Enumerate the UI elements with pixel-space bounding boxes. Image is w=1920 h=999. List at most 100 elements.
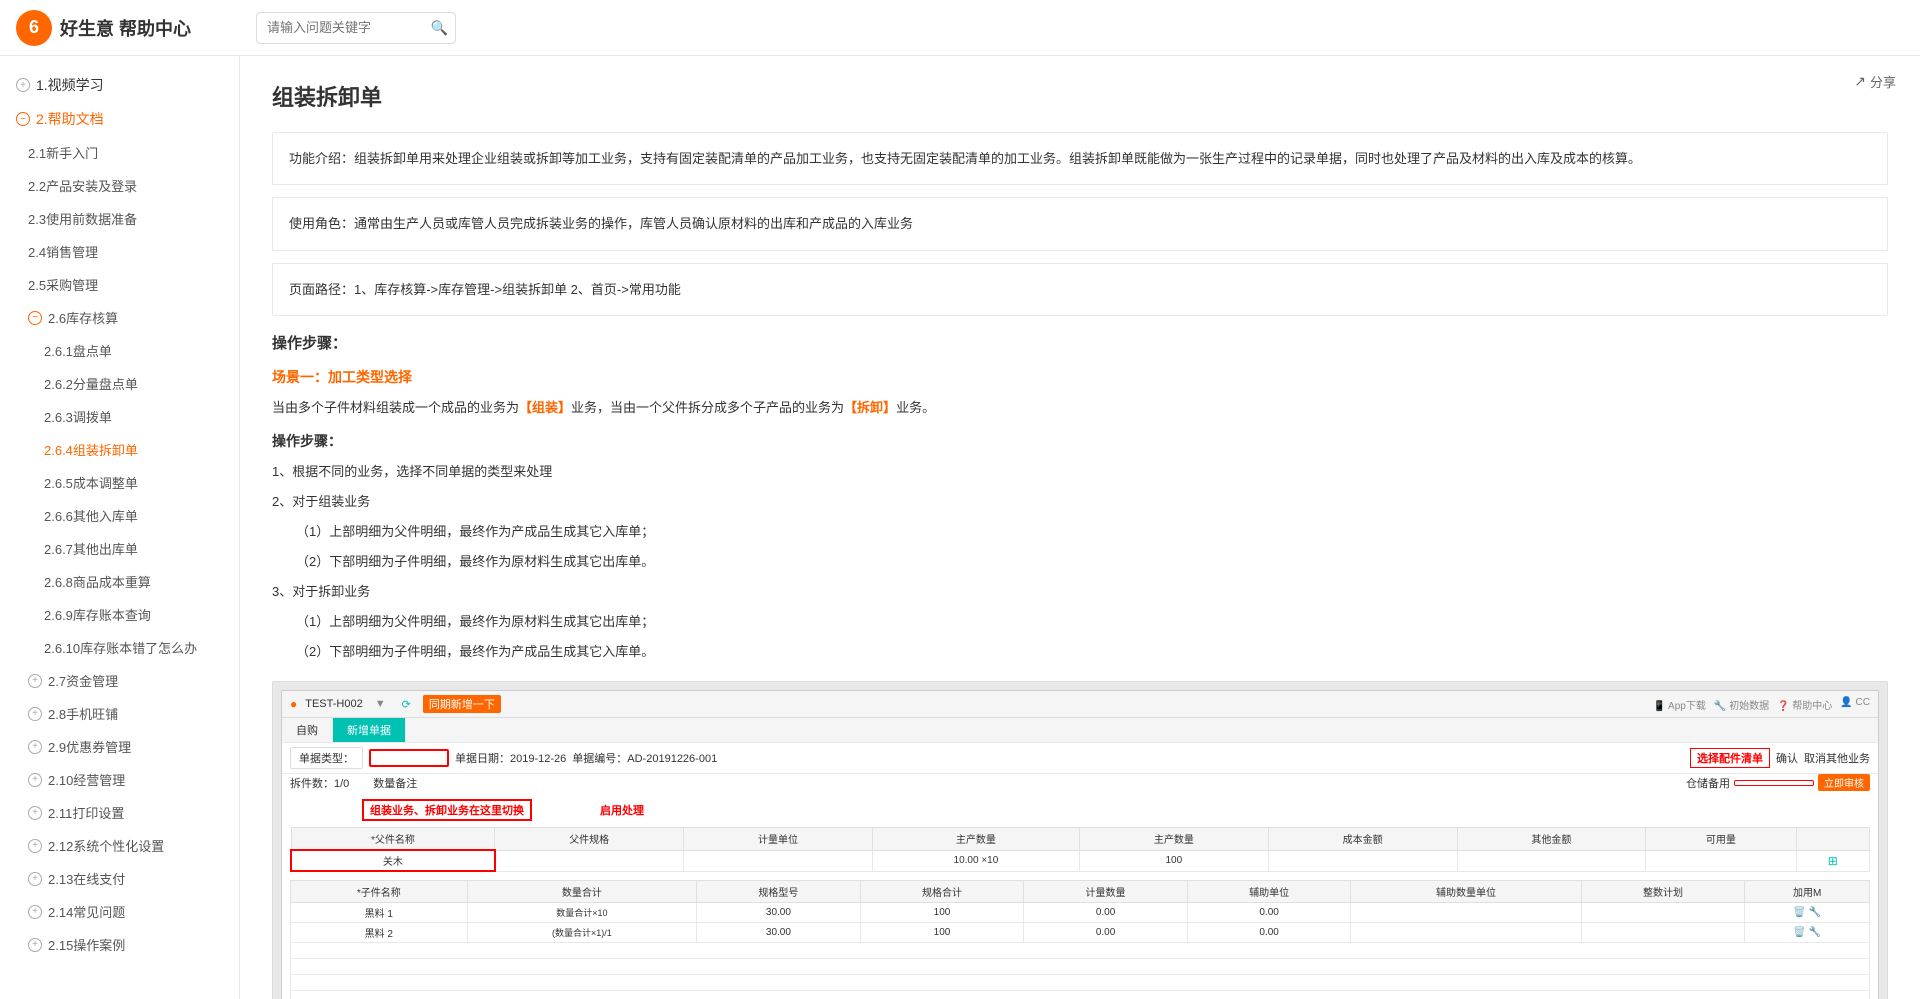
- expand-icon: +: [16, 78, 30, 92]
- sidebar-label-video: 1.视频学习: [36, 75, 104, 95]
- mock-th-name: *父件名称: [291, 828, 495, 851]
- sidebar-label-stockquery: 2.6.9库存账本查询: [44, 605, 151, 624]
- mock-bth-name: *子件名称: [291, 881, 468, 903]
- mock-bottom-row-4: [291, 959, 1870, 975]
- mock-bcell-name2: 黑料 2: [291, 923, 468, 943]
- sidebar-item-otheroutstock[interactable]: 2.6.7其他出库单: [0, 532, 239, 565]
- mock-form-fields: 拆件数：1/0 数量备注 仓储备用 立即审核: [282, 774, 1878, 791]
- sidebar-item-newbie[interactable]: 2.1新手入门: [0, 136, 239, 169]
- mock-warehouse-input[interactable]: [1734, 780, 1814, 786]
- sidebar-item-cases[interactable]: + 2.15操作案例: [0, 928, 239, 961]
- expand-icon-coupon: +: [28, 740, 42, 754]
- mock-empty-6: [291, 991, 1870, 999]
- mock-cell-qty1: 10.00 ×10: [872, 850, 1079, 871]
- sidebar-label-finance: 2.7资金管理: [48, 671, 118, 690]
- sidebar-item-inventory[interactable]: − 2.6库存核算: [0, 301, 239, 334]
- sidebar-item-stockerror[interactable]: 2.6.10库存账本错了怎么办: [0, 631, 239, 664]
- mock-icon2: 🔧 初始数据: [1714, 697, 1769, 712]
- sidebar: + 1.视频学习 − 2.帮助文档 2.1新手入门 2.2产品安装及登录 2.3…: [0, 56, 240, 999]
- sidebar-item-faq[interactable]: + 2.14常见问题: [0, 895, 239, 928]
- mock-header-icons: 📱 App下载 🔧 初始数据 ❓ 帮助中心 👤 CC: [1653, 697, 1870, 712]
- mock-refresh: ⟳: [402, 698, 411, 711]
- mock-btn-confirm[interactable]: 立即审核: [1818, 774, 1870, 791]
- sidebar-item-costrecalc[interactable]: 2.6.8商品成本重算: [0, 565, 239, 598]
- scene1-desc: 当由多个子件材料组装成一个成品的业务为【组装】业务，当由一个父件拆分成多个子产品…: [272, 395, 1888, 421]
- step2-2: （2）下部明细为子件明细，最终作为原材料生成其它出库单。: [272, 549, 1888, 575]
- sidebar-label-sales: 2.4销售管理: [28, 242, 98, 261]
- mock-bottom-table: *子件名称 数量合计 规格型号 规格合计 计量数量 辅助单位 辅助数量单位 整数…: [290, 880, 1870, 999]
- mock-bottom-row-5: [291, 975, 1870, 991]
- mock-th-action: [1796, 828, 1870, 851]
- search-icon[interactable]: 🔍: [431, 19, 448, 36]
- mock-bcell-act2: 🗑️ 🔧: [1745, 923, 1870, 943]
- sidebar-item-purchase[interactable]: 2.5采购管理: [0, 268, 239, 301]
- mock-cell-qty2: 100: [1079, 850, 1268, 871]
- mock-doctype-field[interactable]: [369, 749, 449, 767]
- sidebar-item-costadjust[interactable]: 2.6.5成本调整单: [0, 466, 239, 499]
- mock-bcell-aux22: [1351, 923, 1581, 943]
- sidebar-item-sales[interactable]: 2.4销售管理: [0, 235, 239, 268]
- mock-empty-3: [291, 943, 1870, 959]
- sidebar-label-inventory: 2.6库存核算: [48, 308, 118, 327]
- sidebar-item-ops[interactable]: + 2.10经营管理: [0, 763, 239, 796]
- mock-bth-spec: 规格型号: [697, 881, 861, 903]
- mock-assembly-switch: 组装业务、拆卸业务在这里切换: [362, 799, 532, 821]
- share-button[interactable]: ↗ 分享: [1854, 72, 1896, 91]
- sidebar-item-otherinstock[interactable]: 2.6.6其他入库单: [0, 499, 239, 532]
- sidebar-label-mobile: 2.8手机旺铺: [48, 704, 118, 723]
- step3: 3、对于拆卸业务: [272, 579, 1888, 605]
- mock-cell-avail: [1646, 850, 1796, 871]
- sidebar-label-otheroutstock: 2.6.7其他出库单: [44, 539, 138, 558]
- app-header: 6 好生意 帮助中心 🔍: [0, 0, 1920, 56]
- path-block: 页面路径：1、库存核算->库存管理->组装拆卸单 2、首页->常用功能: [272, 263, 1888, 316]
- sidebar-label-partial: 2.6.2分量盘点单: [44, 374, 138, 393]
- sidebar-item-stockquery[interactable]: 2.6.9库存账本查询: [0, 598, 239, 631]
- mock-bcell-spec1: 30.00: [697, 903, 861, 923]
- logo-icon: 6: [16, 10, 52, 46]
- mock-icon3: ❓ 帮助中心: [1777, 697, 1832, 712]
- mock-bcell-act1: 🗑️ 🔧: [1745, 903, 1870, 923]
- mock-bcell-meas1: 0.00: [1024, 903, 1188, 923]
- sidebar-item-stocktake[interactable]: 2.6.1盘点单: [0, 334, 239, 367]
- collapse-icon-inventory: −: [28, 311, 42, 325]
- sidebar-item-mobile[interactable]: + 2.8手机旺铺: [0, 697, 239, 730]
- sidebar-item-partial[interactable]: 2.6.2分量盘点单: [0, 367, 239, 400]
- mock-tab-new-doc[interactable]: 新增单据: [333, 718, 406, 742]
- mock-warehouse-section: 仓储备用 立即审核: [1686, 774, 1870, 791]
- sidebar-item-video[interactable]: + 1.视频学习: [0, 68, 239, 102]
- mock-cell-unit: [684, 850, 873, 871]
- path-text: 页面路径：1、库存核算->库存管理->组装拆卸单 2、首页->常用功能: [289, 282, 681, 297]
- steps-title: 操作步骤：: [272, 431, 1888, 451]
- sidebar-item-finance[interactable]: + 2.7资金管理: [0, 664, 239, 697]
- mock-cell-name: 关木: [291, 850, 495, 871]
- mock-enable-label: 启用处理: [600, 802, 644, 818]
- sidebar-item-install[interactable]: 2.2产品安装及登录: [0, 169, 239, 202]
- mock-header: ● TEST-H002 ▼ ⟳ 同期新增一下 📱 App下载 🔧 初始数据 ❓ …: [282, 691, 1878, 718]
- step2: 2、对于组装业务: [272, 489, 1888, 515]
- sidebar-item-prepare[interactable]: 2.3使用前数据准备: [0, 202, 239, 235]
- mock-bcell-aux1: 0.00: [1187, 903, 1351, 923]
- sidebar-item-coupon[interactable]: + 2.9优惠券管理: [0, 730, 239, 763]
- sidebar-item-docs[interactable]: − 2.帮助文档: [0, 102, 239, 136]
- mock-bcell-int1: [1581, 903, 1745, 923]
- search-input[interactable]: [256, 12, 456, 44]
- mock-new-doc-btn[interactable]: 同期新增一下: [423, 695, 501, 713]
- mock-icon1: 📱 App下载: [1653, 697, 1705, 712]
- mock-bcell-spec2: 30.00: [697, 923, 861, 943]
- mock-top-row: 关木 10.00 ×10 100 ⊞: [291, 850, 1870, 871]
- sidebar-item-print[interactable]: + 2.11打印设置: [0, 796, 239, 829]
- mock-tab-home[interactable]: 自购: [282, 718, 333, 742]
- mock-cell-expand: ⊞: [1796, 850, 1870, 871]
- logo: 6 好生意 帮助中心: [16, 10, 256, 46]
- sidebar-item-payment[interactable]: + 2.13在线支付: [0, 862, 239, 895]
- mock-bottom-row-3: [291, 943, 1870, 959]
- sidebar-label-docs: 2.帮助文档: [36, 109, 104, 129]
- mock-btn-save[interactable]: 单据类型：: [290, 747, 363, 769]
- sidebar-label-prepare: 2.3使用前数据准备: [28, 209, 137, 228]
- share-icon: ↗: [1854, 73, 1866, 90]
- sidebar-item-transfer[interactable]: 2.6.3调拨单: [0, 400, 239, 433]
- app-name: 好生意 帮助中心: [60, 15, 191, 41]
- mock-bth-intplan: 整数计划: [1581, 881, 1745, 903]
- sidebar-item-assembly[interactable]: 2.6.4组装拆卸单: [0, 433, 239, 466]
- sidebar-item-custom[interactable]: + 2.12系统个性化设置: [0, 829, 239, 862]
